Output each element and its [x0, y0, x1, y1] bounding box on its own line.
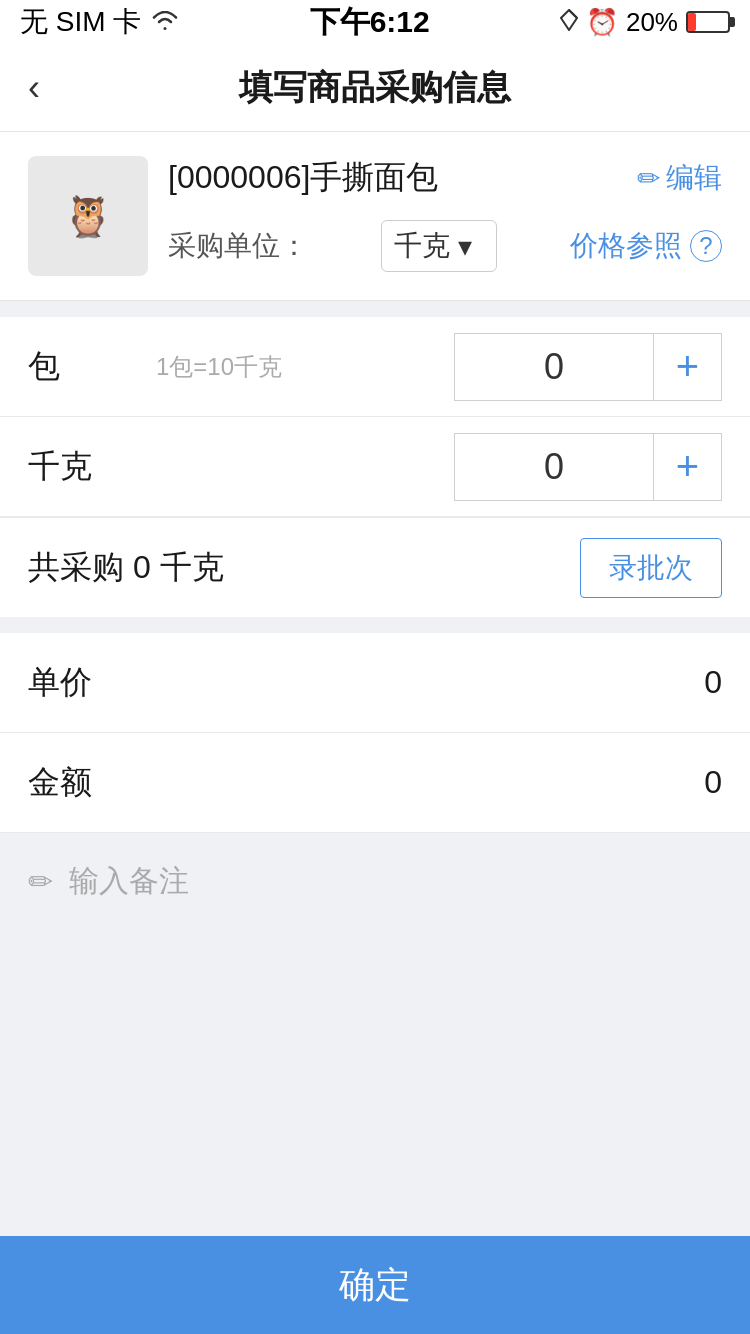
kg-input-group: +	[454, 433, 722, 501]
kg-quantity-input[interactable]	[454, 433, 654, 501]
battery-pct: 20%	[626, 7, 678, 38]
price-reference-button[interactable]: 价格参照 ?	[570, 227, 722, 265]
bao-label: 包	[28, 345, 148, 389]
status-right: ⏰ 20%	[560, 7, 730, 38]
wifi-icon	[151, 6, 179, 38]
total-label: 共采购 0 千克	[28, 546, 224, 590]
remark-section: ✏ 输入备注	[0, 833, 750, 1033]
back-button[interactable]: ‹	[28, 67, 40, 109]
edit-icon: ✏	[637, 162, 660, 195]
section-divider-2	[0, 617, 750, 633]
pencil-icon: ✏	[28, 864, 53, 899]
unit-price-label: 单价	[28, 661, 92, 705]
product-info: [0000006]手撕面包 ✏ 编辑 采购单位： 千克 ▾ 价格参照 ?	[168, 156, 722, 272]
bao-input-group: +	[454, 333, 722, 401]
batch-button[interactable]: 录批次	[580, 538, 722, 598]
kg-plus-button[interactable]: +	[654, 433, 722, 501]
unit-price-row: 单价 0	[0, 633, 750, 733]
purchase-unit-label: 采购单位：	[168, 227, 308, 265]
amount-label: 金额	[28, 761, 92, 805]
product-card: 🦉 [0000006]手撕面包 ✏ 编辑 采购单位： 千克 ▾ 价格参照 ?	[0, 132, 750, 301]
remark-placeholder: 输入备注	[69, 861, 189, 902]
unit-price-value: 0	[704, 664, 722, 701]
alarm-icon: ⏰	[586, 7, 618, 38]
product-name: [0000006]手撕面包	[168, 156, 438, 200]
confirm-button[interactable]: 确定	[0, 1236, 750, 1334]
remark-input-area[interactable]: ✏ 输入备注	[28, 861, 722, 902]
chevron-down-icon: ▾	[458, 230, 472, 263]
carrier-label: 无 SIM 卡	[20, 3, 141, 41]
bao-sublabel: 1包=10千克	[156, 351, 282, 383]
amount-row: 金额 0	[0, 733, 750, 833]
location-icon	[560, 7, 578, 38]
amount-value: 0	[704, 764, 722, 801]
bao-input-row: 包 1包=10千克 +	[0, 317, 750, 417]
unit-selector[interactable]: 千克 ▾	[381, 220, 497, 272]
status-bar: 无 SIM 卡 下午6:12 ⏰ 20%	[0, 0, 750, 44]
edit-button[interactable]: ✏ 编辑	[637, 159, 722, 197]
quantity-section: 包 1包=10千克 + 千克 +	[0, 317, 750, 517]
price-section: 单价 0 金额 0	[0, 633, 750, 833]
kg-input-row: 千克 +	[0, 417, 750, 517]
battery-icon	[686, 11, 730, 33]
bao-quantity-input[interactable]	[454, 333, 654, 401]
product-logo-icon: 🦉	[63, 193, 113, 240]
nav-bar: ‹ 填写商品采购信息	[0, 44, 750, 132]
status-left: 无 SIM 卡	[20, 3, 179, 41]
status-time: 下午6:12	[310, 2, 430, 43]
bao-plus-button[interactable]: +	[654, 333, 722, 401]
section-divider-1	[0, 301, 750, 317]
help-icon: ?	[690, 230, 722, 262]
page-title: 填写商品采购信息	[239, 65, 511, 111]
kg-label: 千克	[28, 445, 148, 489]
product-thumbnail: 🦉	[28, 156, 148, 276]
confirm-button-label: 确定	[339, 1261, 411, 1310]
total-row: 共采购 0 千克 录批次	[0, 517, 750, 617]
